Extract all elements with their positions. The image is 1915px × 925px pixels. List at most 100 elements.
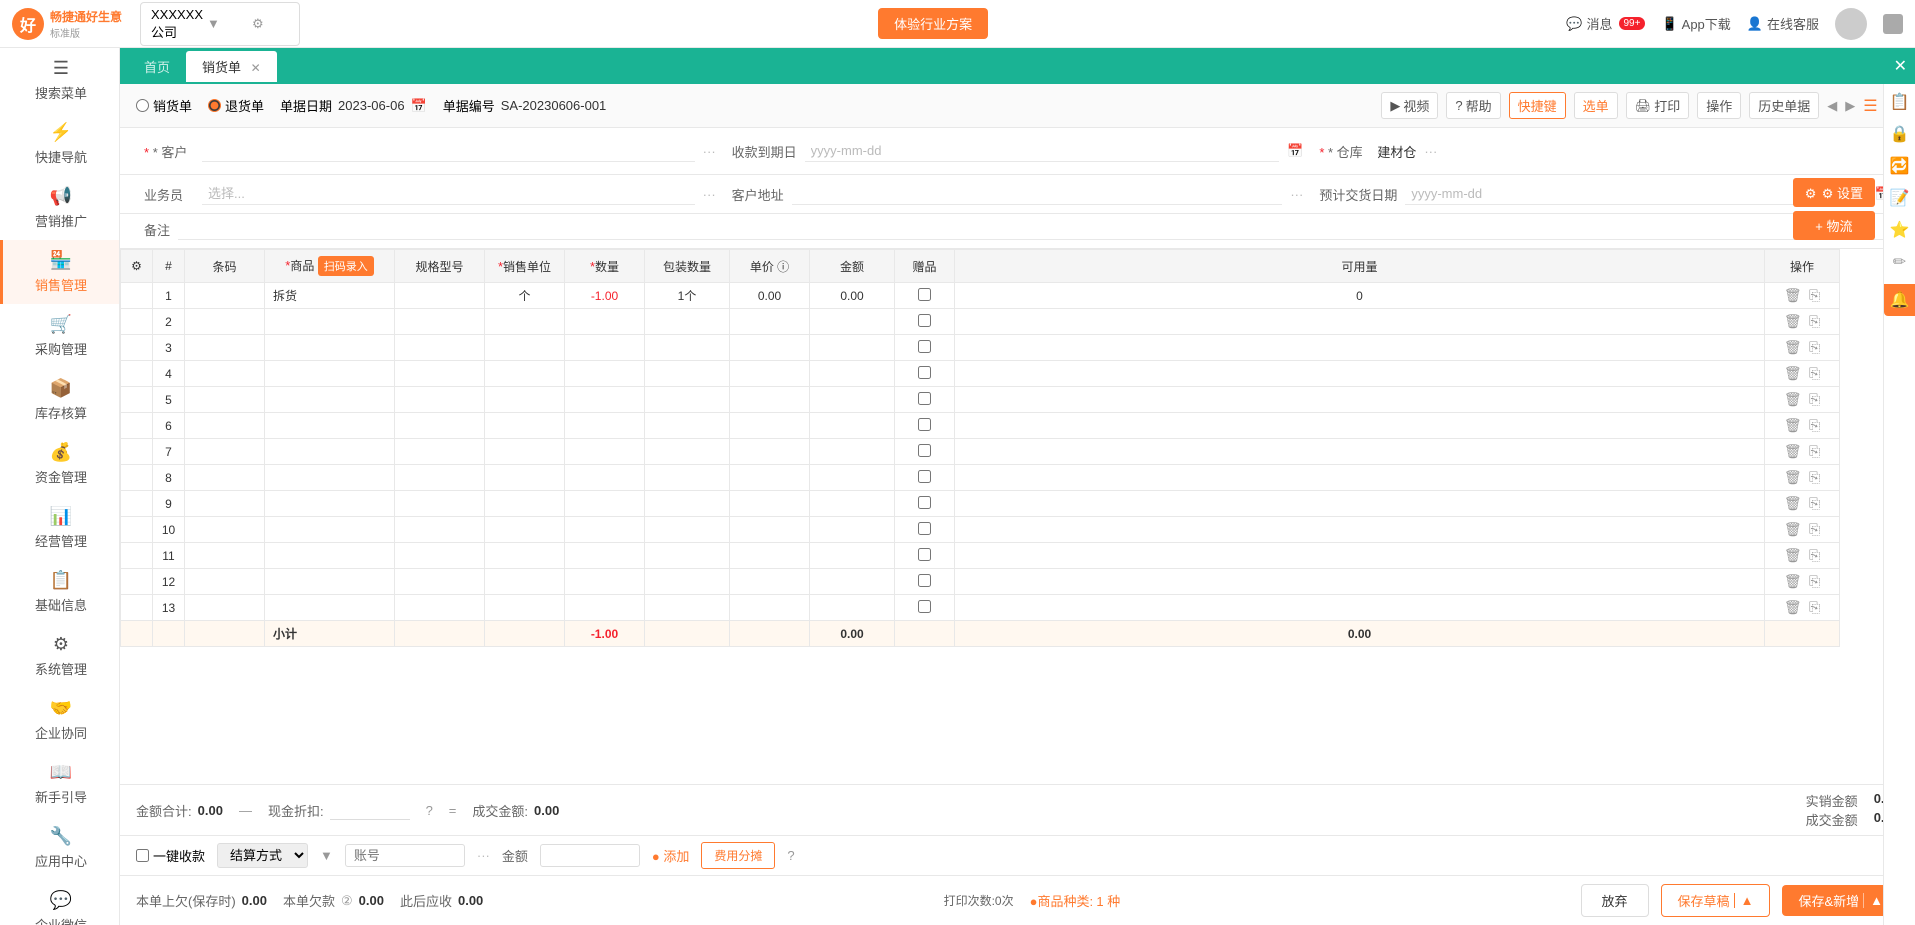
help-circle-icon[interactable]: ?	[426, 803, 433, 818]
message-item[interactable]: 💬 消息 99+	[1566, 14, 1645, 33]
expense-split-btn[interactable]: 费用分摊	[701, 842, 775, 869]
calc-method-select[interactable]: 结算方式	[217, 843, 308, 868]
row-copy-icon-5[interactable]: ⎘	[1809, 417, 1820, 433]
calendar-icon[interactable]: 📅	[411, 98, 427, 114]
sidebar-item-collab[interactable]: 🤝 企业协同	[0, 688, 119, 752]
row-gift-6[interactable]	[895, 439, 955, 465]
row-barcode-2[interactable]	[185, 335, 265, 361]
row-gift-3[interactable]	[895, 361, 955, 387]
tab-sales-order[interactable]: 销货单 ✕	[186, 51, 277, 82]
row-copy-icon-6[interactable]: ⎘	[1809, 443, 1820, 459]
row-delete-icon-12[interactable]: 🗑	[1784, 599, 1802, 615]
row-barcode-4[interactable]	[185, 387, 265, 413]
account-input[interactable]	[345, 844, 465, 867]
avatar[interactable]	[1835, 8, 1867, 40]
salesperson-input[interactable]	[202, 183, 695, 205]
warehouse-more-icon[interactable]: ···	[1424, 144, 1437, 159]
row-gift-11[interactable]	[895, 569, 955, 595]
calendar2-icon[interactable]: 📅	[1287, 143, 1303, 159]
row-copy-icon-10[interactable]: ⎘	[1809, 547, 1820, 563]
salesperson-more-icon[interactable]: ···	[703, 187, 716, 202]
select-btn[interactable]: 选单	[1574, 92, 1618, 119]
sidebar-item-quicknav[interactable]: ⚡ 快捷导航	[0, 112, 119, 176]
logistics-button[interactable]: + 物流	[1793, 211, 1875, 240]
save-new-button[interactable]: 保存&新增 ▲	[1782, 885, 1899, 916]
view-list-icon[interactable]: ☰	[1863, 96, 1877, 116]
radio-return[interactable]: 退货单	[208, 96, 264, 115]
row-barcode-5[interactable]	[185, 413, 265, 439]
row-barcode-8[interactable]	[185, 491, 265, 517]
owe2-help-icon[interactable]: ②	[341, 893, 353, 909]
tab-home[interactable]: 首页	[128, 51, 186, 82]
row-copy-icon-4[interactable]: ⎘	[1809, 391, 1820, 407]
sidebar-item-sales[interactable]: 🏪 销售管理	[0, 240, 119, 304]
radio-sales[interactable]: 销货单	[136, 96, 192, 115]
row-delete-icon-8[interactable]: 🗑	[1784, 495, 1802, 511]
row-delete-icon-9[interactable]: 🗑	[1784, 521, 1802, 537]
one-click-payment-label[interactable]: 一键收款	[136, 846, 205, 865]
sidebar-item-inventory[interactable]: 📦 库存核算	[0, 368, 119, 432]
account-more-icon[interactable]: ···	[477, 848, 490, 863]
row-gift-10[interactable]	[895, 543, 955, 569]
cash-discount-input[interactable]	[330, 800, 410, 820]
row-delete-icon-2[interactable]: 🗑	[1784, 339, 1802, 355]
row-gift-12[interactable]	[895, 595, 955, 621]
row-gift-7[interactable]	[895, 465, 955, 491]
row-gift-0[interactable]	[895, 283, 955, 309]
right-panel-icon-6[interactable]: ✏	[1893, 252, 1906, 272]
row-barcode-3[interactable]	[185, 361, 265, 387]
row-copy-icon-3[interactable]: ⎘	[1809, 365, 1820, 381]
video-btn[interactable]: ▶ 视频	[1381, 92, 1438, 119]
row-delete-icon-0[interactable]: 🗑	[1784, 287, 1802, 303]
row-copy-icon-2[interactable]: ⎘	[1809, 339, 1820, 355]
row-delete-icon-11[interactable]: 🗑	[1784, 573, 1802, 589]
row-copy-icon-11[interactable]: ⎘	[1809, 573, 1820, 589]
addr-more-icon[interactable]: ···	[1290, 187, 1303, 202]
sidebar-item-wechat[interactable]: 💬 企业微信	[0, 880, 119, 925]
add-payment-btn[interactable]: ● 添加	[652, 846, 689, 865]
company-selector[interactable]: XXXXXX公司 ▼ ⚙	[140, 2, 300, 46]
right-panel-icon-7[interactable]: 🔔	[1884, 284, 1915, 316]
history-btn[interactable]: 历史单据	[1749, 92, 1819, 119]
row-gift-9[interactable]	[895, 517, 955, 543]
payment-help-icon[interactable]: ?	[787, 848, 794, 863]
row-gift-2[interactable]	[895, 335, 955, 361]
sidebar-item-apps[interactable]: 🔧 应用中心	[0, 816, 119, 880]
row-delete-icon-7[interactable]: 🗑	[1784, 469, 1802, 485]
row-copy-icon-12[interactable]: ⎘	[1809, 599, 1820, 615]
save-new-dropdown-icon[interactable]: ▲	[1863, 893, 1883, 908]
row-gift-1[interactable]	[895, 309, 955, 335]
right-panel-icon-1[interactable]: 📋	[1890, 92, 1910, 112]
row-gift-4[interactable]	[895, 387, 955, 413]
save-draft-button[interactable]: 保存草稿 ▲	[1661, 884, 1771, 917]
one-click-checkbox[interactable]	[136, 849, 149, 862]
right-panel-icon-2[interactable]: 🔒	[1890, 124, 1910, 144]
help-btn[interactable]: ? 帮助	[1446, 92, 1500, 119]
customer-input[interactable]	[202, 140, 695, 162]
customer-addr-input[interactable]	[792, 183, 1283, 205]
payment-amount-input[interactable]	[540, 844, 640, 867]
payment-due-input[interactable]	[805, 140, 1279, 162]
sidebar-item-operations[interactable]: 📊 经营管理	[0, 496, 119, 560]
right-panel-icon-4[interactable]: 📝	[1890, 188, 1910, 208]
tab-close-icon[interactable]: ✕	[251, 61, 261, 75]
row-copy-icon-8[interactable]: ⎘	[1809, 495, 1820, 511]
row-barcode-0[interactable]	[185, 283, 265, 309]
right-panel-icon-5[interactable]: ⭐	[1890, 220, 1910, 240]
row-delete-icon-1[interactable]: 🗑	[1784, 313, 1802, 329]
nav-prev-icon[interactable]: ◀	[1827, 98, 1837, 114]
avatar2[interactable]	[1883, 14, 1903, 34]
row-barcode-7[interactable]	[185, 465, 265, 491]
calc-method-dropdown-icon[interactable]: ▼	[320, 848, 333, 863]
row-barcode-6[interactable]	[185, 439, 265, 465]
row-delete-icon-3[interactable]: 🗑	[1784, 365, 1802, 381]
row-copy-icon-1[interactable]: ⎘	[1809, 313, 1820, 329]
online-service-item[interactable]: 👤 在线客服	[1747, 14, 1819, 33]
save-draft-dropdown-icon[interactable]: ▲	[1734, 893, 1754, 908]
discard-button[interactable]: 放弃	[1581, 884, 1649, 917]
nav-next-icon[interactable]: ▶	[1845, 98, 1855, 114]
shortcut-btn[interactable]: 快捷键	[1509, 92, 1566, 119]
note-input[interactable]	[178, 218, 1891, 240]
sidebar-item-basic[interactable]: 📋 基础信息	[0, 560, 119, 624]
tab-bar-close-icon[interactable]: ✕	[1894, 56, 1907, 76]
